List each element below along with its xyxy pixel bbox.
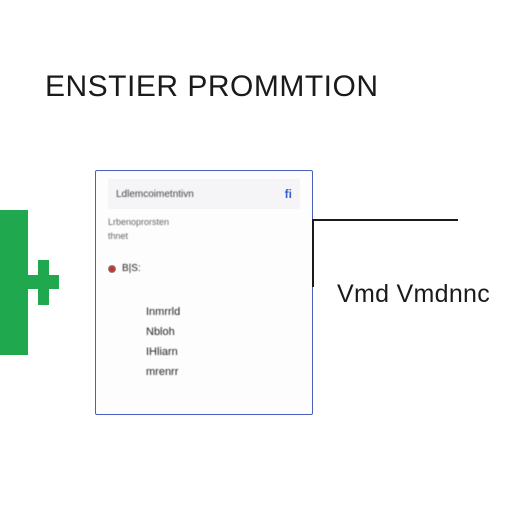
menu-item[interactable]: mrenrr	[146, 366, 180, 378]
annotation-connector-vertical	[312, 219, 314, 287]
dialog-header-bar: Ldlemcoimetntivn fi	[108, 179, 300, 209]
settings-dialog: Ldlemcoimetntivn fi Lrbenoprorsten thnet…	[95, 170, 313, 415]
dialog-description: Lrbenoprorsten thnet	[108, 216, 169, 243]
dialog-desc-line1: Lrbenoprorsten	[108, 216, 169, 230]
radio-option-1[interactable]: B|S:	[108, 263, 141, 274]
menu-item[interactable]: Nbloh	[146, 326, 180, 338]
radio-icon	[108, 265, 116, 273]
radio-label-1: B|S:	[122, 263, 141, 274]
annotation-label: Vmd Vmdnnc	[337, 280, 490, 309]
green-sidebar-block	[0, 210, 28, 355]
page-title: ENSTIER PROMMTION	[45, 70, 379, 104]
dialog-desc-line2: thnet	[108, 230, 169, 244]
menu-item[interactable]: IHliarn	[146, 346, 180, 358]
dialog-header-text: Ldlemcoimetntivn	[116, 189, 194, 200]
dialog-menu-list: Inmrrld Nbloh IHliarn mrenrr	[146, 306, 180, 386]
dialog-header-badge: fi	[285, 187, 292, 201]
menu-item[interactable]: Inmrrld	[146, 306, 180, 318]
annotation-connector-horizontal	[313, 219, 458, 221]
plus-icon-v	[38, 260, 49, 305]
